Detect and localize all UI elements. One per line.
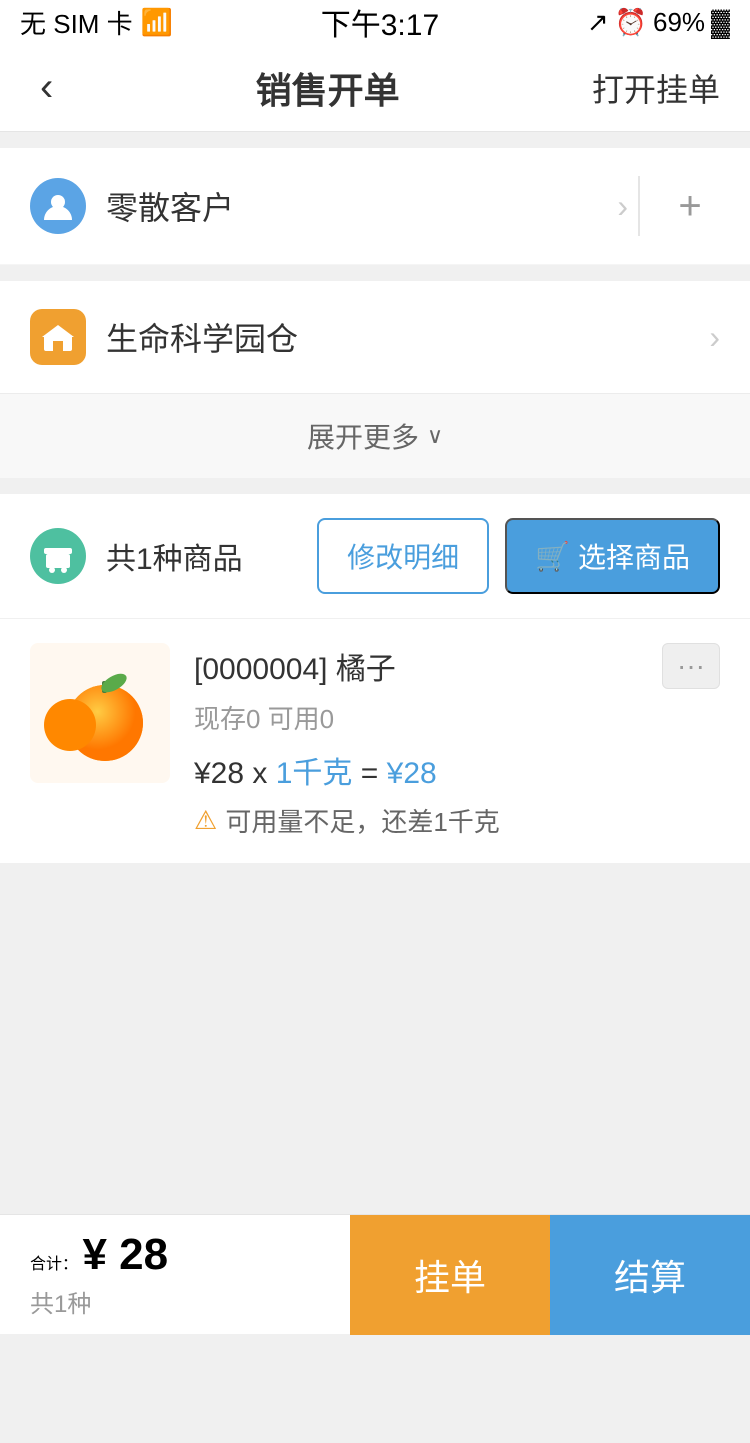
total-count: 共1种	[30, 1284, 320, 1319]
customer-avatar	[30, 178, 86, 234]
footer: 合计： ¥ 28 共1种 挂单 结算	[0, 1214, 750, 1334]
checkout-button[interactable]: 结算	[550, 1215, 750, 1335]
warehouse-section: 生命科学园仓 › 展开更多 ∨	[0, 281, 750, 478]
customer-section: 零散客户 › +	[0, 148, 750, 265]
product-info: [0000004] 橘子 ··· 现存0 可用0 ¥28 x 1千克 = ¥28…	[194, 643, 720, 839]
price-separator: x	[252, 757, 275, 790]
product-count-icon	[30, 528, 86, 584]
warehouse-arrow-icon: ›	[709, 319, 720, 356]
open-hold-button[interactable]: 打开挂单	[592, 65, 720, 111]
page-title: 销售开单	[256, 62, 400, 114]
expand-arrow-icon: ∨	[427, 423, 443, 449]
expand-more-button[interactable]: 展开更多 ∨	[0, 393, 750, 478]
product-image	[30, 643, 170, 783]
unit-price: ¥28	[194, 757, 244, 790]
product-item: [0000004] 橘子 ··· 现存0 可用0 ¥28 x 1千克 = ¥28…	[0, 618, 750, 863]
warning-text: 可用量不足，还差1千克	[225, 802, 499, 839]
status-time: 下午3:17	[321, 0, 439, 44]
warehouse-icon	[30, 309, 86, 365]
product-price-row: ¥28 x 1千克 = ¥28	[194, 748, 720, 792]
product-display-name: 橘子	[336, 653, 396, 686]
product-stock: 现存0 可用0	[194, 699, 720, 736]
top-divider	[0, 132, 750, 148]
customer-name: 零散客户	[106, 183, 617, 229]
products-header: 共1种商品 修改明细 🛒 选择商品	[0, 494, 750, 618]
product-name-row: [0000004] 橘子 ···	[194, 643, 720, 689]
mid-divider	[0, 265, 750, 281]
empty-area	[0, 863, 750, 1443]
equals-sign: =	[361, 757, 387, 790]
product-name-text: [0000004] 橘子	[194, 644, 396, 688]
user-icon	[40, 188, 76, 224]
footer-total: 合计： ¥ 28 共1种	[0, 1230, 350, 1319]
customer-row[interactable]: 零散客户 › +	[0, 148, 750, 265]
product-more-button[interactable]: ···	[662, 643, 720, 689]
status-left: 无 SIM 卡 📶	[20, 4, 173, 41]
building-icon	[40, 319, 76, 355]
warehouse-name: 生命科学园仓	[106, 314, 709, 360]
status-right: ↗ ⏰ 69% ▓	[587, 7, 730, 38]
product-count-text: 共1种商品	[106, 534, 317, 578]
warehouse-row[interactable]: 生命科学园仓 ›	[0, 281, 750, 393]
carrier-text: 无 SIM 卡	[20, 4, 133, 41]
nav-bar: ‹ 销售开单 打开挂单	[0, 44, 750, 132]
cart-icon	[40, 538, 76, 574]
total-amount: ¥ 28	[82, 1230, 168, 1279]
total-label: 合计：	[30, 1256, 78, 1273]
expand-text: 展开更多	[307, 416, 419, 456]
location-icon: ↗	[587, 7, 609, 38]
quantity[interactable]: 1千克	[276, 757, 353, 790]
add-customer-button[interactable]: +	[660, 176, 720, 236]
total-row: 合计： ¥ 28	[30, 1230, 320, 1280]
select-product-icon: 🛒	[535, 540, 570, 573]
warning-icon: ⚠	[194, 805, 217, 836]
product-thumbnail	[40, 653, 160, 773]
wifi-icon: 📶	[141, 7, 173, 38]
product-code: [0000004]	[194, 653, 327, 686]
status-bar: 无 SIM 卡 📶 下午3:17 ↗ ⏰ 69% ▓	[0, 0, 750, 44]
battery-icon: ▓	[711, 7, 730, 38]
select-product-button[interactable]: 🛒 选择商品	[505, 518, 720, 594]
select-product-label: 选择商品	[578, 536, 690, 576]
battery-text: 69%	[653, 7, 705, 38]
edit-detail-button[interactable]: 修改明细	[317, 518, 489, 594]
alarm-icon: ⏰	[615, 7, 647, 38]
vertical-divider	[638, 176, 640, 236]
hold-order-button[interactable]: 挂单	[350, 1215, 550, 1335]
total-price: ¥28	[387, 757, 437, 790]
product-warning: ⚠ 可用量不足，还差1千克	[194, 802, 720, 839]
back-button[interactable]: ‹	[30, 55, 63, 120]
customer-arrow-icon: ›	[617, 188, 628, 225]
